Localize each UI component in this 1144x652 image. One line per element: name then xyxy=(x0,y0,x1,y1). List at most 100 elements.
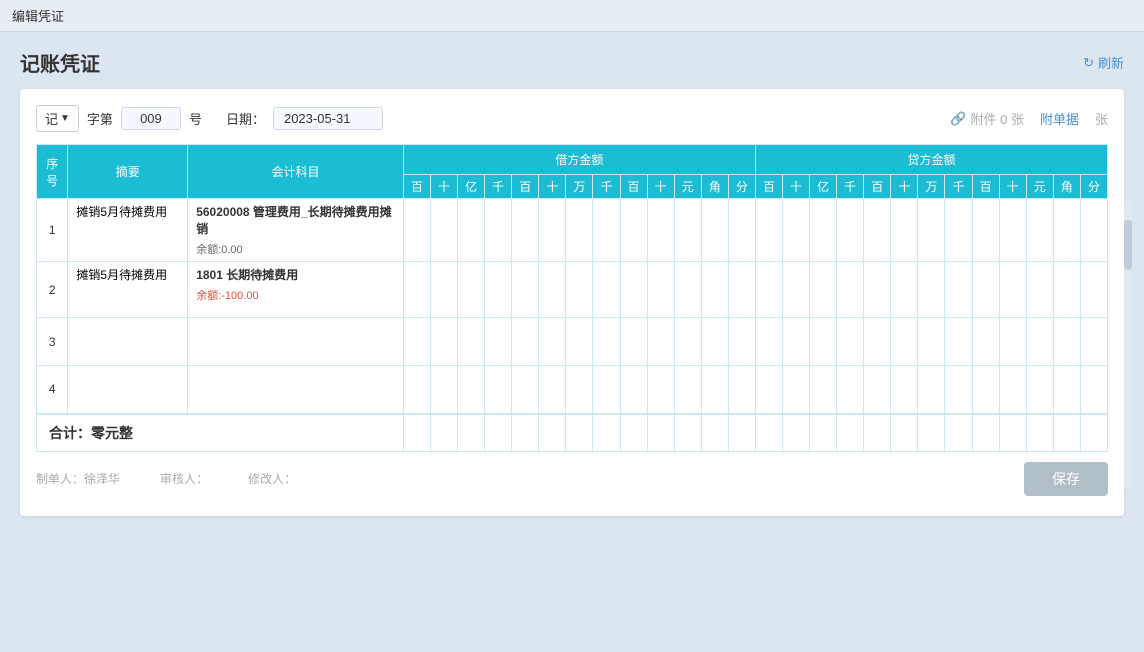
credit-cell-r2-c7[interactable] xyxy=(918,262,945,318)
debit-cell-r2-c4[interactable] xyxy=(485,262,512,318)
debit-cell-r4-c4[interactable] xyxy=(485,366,512,414)
debit-cell-r1-c2[interactable] xyxy=(430,199,457,262)
credit-cell-r4-c3[interactable] xyxy=(810,366,837,414)
debit-cell-r1-c9[interactable] xyxy=(620,199,647,262)
debit-cell-r2-c8[interactable] xyxy=(593,262,620,318)
credit-cell-r1-c13[interactable] xyxy=(1080,199,1107,262)
debit-cell-r1-c10[interactable] xyxy=(647,199,674,262)
credit-cell-r3-c2[interactable] xyxy=(782,318,809,366)
credit-cell-r3-c9[interactable] xyxy=(972,318,999,366)
debit-cell-r1-c5[interactable] xyxy=(512,199,539,262)
debit-cell-r4-c8[interactable] xyxy=(593,366,620,414)
credit-cell-r3-c5[interactable] xyxy=(864,318,891,366)
debit-cell-r4-c3[interactable] xyxy=(458,366,485,414)
debit-cell-r1-c1[interactable] xyxy=(403,199,430,262)
zi-number-input[interactable] xyxy=(121,107,181,130)
debit-cell-r1-c8[interactable] xyxy=(593,199,620,262)
credit-cell-r3-c7[interactable] xyxy=(918,318,945,366)
credit-cell-r4-c6[interactable] xyxy=(891,366,918,414)
credit-cell-r2-c6[interactable] xyxy=(891,262,918,318)
credit-cell-r1-c6[interactable] xyxy=(891,199,918,262)
debit-cell-r1-c3[interactable] xyxy=(458,199,485,262)
credit-cell-r1-c12[interactable] xyxy=(1053,199,1080,262)
row-account-2[interactable]: 1801 长期待摊费用余额:-100.00 xyxy=(188,262,404,318)
credit-cell-r4-c8[interactable] xyxy=(945,366,972,414)
credit-cell-r3-c1[interactable] xyxy=(755,318,782,366)
credit-cell-r1-c8[interactable] xyxy=(945,199,972,262)
credit-cell-r2-c1[interactable] xyxy=(755,262,782,318)
debit-cell-r2-c12[interactable] xyxy=(701,262,728,318)
credit-cell-r3-c10[interactable] xyxy=(999,318,1026,366)
credit-cell-r2-c3[interactable] xyxy=(810,262,837,318)
credit-cell-r3-c11[interactable] xyxy=(1026,318,1053,366)
debit-cell-r3-c12[interactable] xyxy=(701,318,728,366)
credit-cell-r4-c12[interactable] xyxy=(1053,366,1080,414)
debit-cell-r4-c6[interactable] xyxy=(539,366,566,414)
credit-cell-r1-c7[interactable] xyxy=(918,199,945,262)
credit-cell-r2-c2[interactable] xyxy=(782,262,809,318)
credit-cell-r3-c6[interactable] xyxy=(891,318,918,366)
credit-cell-r4-c13[interactable] xyxy=(1080,366,1107,414)
debit-cell-r2-c1[interactable] xyxy=(403,262,430,318)
debit-cell-r3-c8[interactable] xyxy=(593,318,620,366)
debit-cell-r4-c1[interactable] xyxy=(403,366,430,414)
row-summary-4[interactable] xyxy=(68,366,188,414)
debit-cell-r2-c2[interactable] xyxy=(430,262,457,318)
debit-cell-r2-c7[interactable] xyxy=(566,262,593,318)
debit-cell-r2-c9[interactable] xyxy=(620,262,647,318)
debit-cell-r4-c2[interactable] xyxy=(430,366,457,414)
debit-cell-r1-c12[interactable] xyxy=(701,199,728,262)
date-input[interactable] xyxy=(273,107,383,130)
credit-cell-r4-c2[interactable] xyxy=(782,366,809,414)
credit-cell-r2-c12[interactable] xyxy=(1053,262,1080,318)
credit-cell-r1-c3[interactable] xyxy=(810,199,837,262)
debit-cell-r3-c5[interactable] xyxy=(512,318,539,366)
debit-cell-r1-c13[interactable] xyxy=(728,199,755,262)
credit-cell-r2-c13[interactable] xyxy=(1080,262,1107,318)
scrollbar-thumb[interactable] xyxy=(1124,220,1132,270)
credit-cell-r2-c11[interactable] xyxy=(1026,262,1053,318)
debit-cell-r2-c3[interactable] xyxy=(458,262,485,318)
refresh-button[interactable]: ↻ 刷新 xyxy=(1083,53,1124,72)
credit-cell-r4-c10[interactable] xyxy=(999,366,1026,414)
debit-cell-r4-c10[interactable] xyxy=(647,366,674,414)
credit-cell-r4-c1[interactable] xyxy=(755,366,782,414)
credit-cell-r4-c7[interactable] xyxy=(918,366,945,414)
row-account-3[interactable] xyxy=(188,318,404,366)
credit-cell-r4-c5[interactable] xyxy=(864,366,891,414)
debit-cell-r1-c11[interactable] xyxy=(674,199,701,262)
debit-cell-r3-c4[interactable] xyxy=(485,318,512,366)
debit-cell-r3-c3[interactable] xyxy=(458,318,485,366)
debit-cell-r4-c12[interactable] xyxy=(701,366,728,414)
credit-cell-r3-c8[interactable] xyxy=(945,318,972,366)
credit-cell-r3-c12[interactable] xyxy=(1053,318,1080,366)
debit-cell-r4-c9[interactable] xyxy=(620,366,647,414)
credit-cell-r1-c11[interactable] xyxy=(1026,199,1053,262)
debit-cell-r4-c7[interactable] xyxy=(566,366,593,414)
debit-cell-r1-c7[interactable] xyxy=(566,199,593,262)
debit-cell-r3-c9[interactable] xyxy=(620,318,647,366)
debit-cell-r3-c6[interactable] xyxy=(539,318,566,366)
row-summary-1[interactable]: 摊销5月待摊费用 xyxy=(68,199,188,262)
credit-cell-r4-c4[interactable] xyxy=(837,366,864,414)
credit-cell-r3-c13[interactable] xyxy=(1080,318,1107,366)
credit-cell-r1-c10[interactable] xyxy=(999,199,1026,262)
row-summary-2[interactable]: 摊销5月待摊费用 xyxy=(68,262,188,318)
debit-cell-r2-c11[interactable] xyxy=(674,262,701,318)
voucher-type-button[interactable]: 记 ▼ xyxy=(36,105,79,132)
credit-cell-r3-c3[interactable] xyxy=(810,318,837,366)
credit-cell-r1-c2[interactable] xyxy=(782,199,809,262)
debit-cell-r2-c5[interactable] xyxy=(512,262,539,318)
credit-cell-r2-c9[interactable] xyxy=(972,262,999,318)
credit-cell-r3-c4[interactable] xyxy=(837,318,864,366)
credit-cell-r1-c1[interactable] xyxy=(755,199,782,262)
save-button[interactable]: 保存 xyxy=(1024,462,1108,496)
debit-cell-r3-c2[interactable] xyxy=(430,318,457,366)
debit-cell-r3-c10[interactable] xyxy=(647,318,674,366)
debit-cell-r4-c5[interactable] xyxy=(512,366,539,414)
debit-cell-r3-c1[interactable] xyxy=(403,318,430,366)
row-account-4[interactable] xyxy=(188,366,404,414)
credit-cell-r4-c9[interactable] xyxy=(972,366,999,414)
credit-cell-r1-c4[interactable] xyxy=(837,199,864,262)
row-account-1[interactable]: 56020008 管理费用_长期待摊费用摊销余额:0.00 xyxy=(188,199,404,262)
